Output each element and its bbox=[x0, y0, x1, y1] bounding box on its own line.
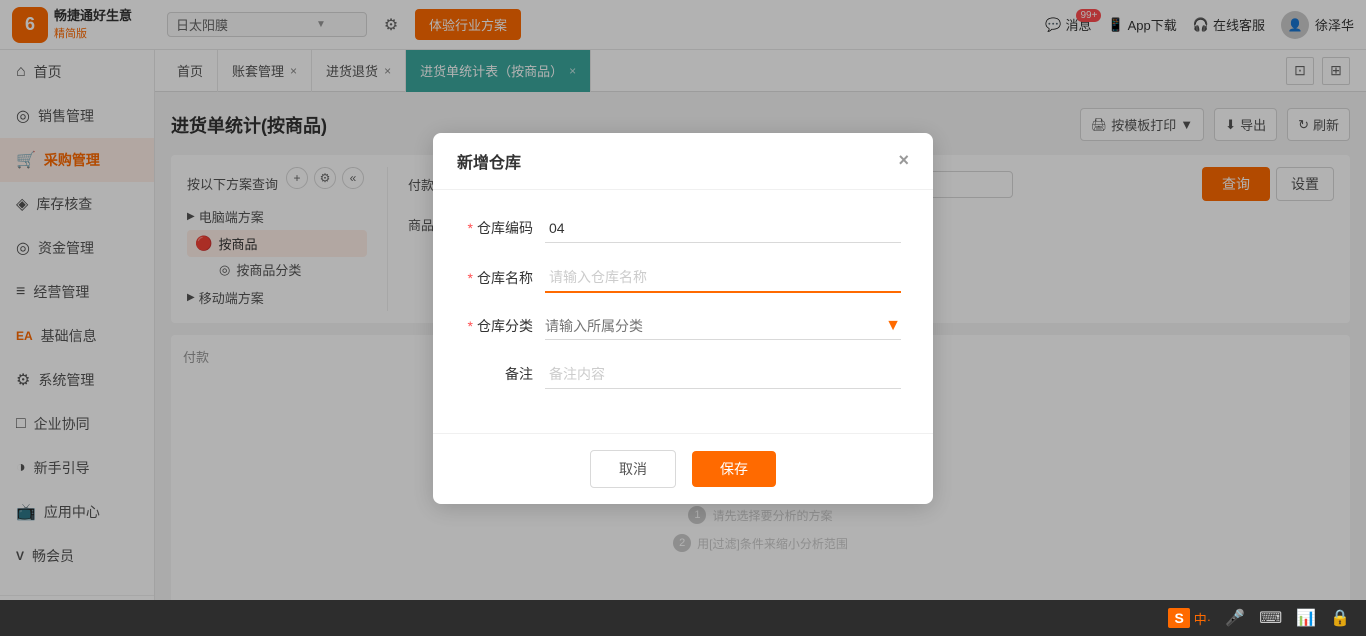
keyboard-icon[interactable]: ⌨ bbox=[1259, 608, 1282, 628]
name-label: 仓库名称 bbox=[465, 268, 545, 288]
bottom-logo: S 中· bbox=[1168, 608, 1211, 628]
form-row-remark: 备注 bbox=[465, 360, 901, 389]
bottom-logo-s: S bbox=[1168, 608, 1189, 628]
code-input[interactable] bbox=[545, 214, 901, 243]
remark-label: 备注 bbox=[465, 364, 545, 384]
save-button[interactable]: 保存 bbox=[692, 451, 776, 487]
dialog-header: 新增仓库 × bbox=[433, 133, 933, 190]
remark-input[interactable] bbox=[545, 360, 901, 389]
dialog-close-button[interactable]: × bbox=[898, 150, 909, 171]
bottom-bar: S 中· 🎤 ⌨ 📊 🔒 bbox=[0, 600, 1366, 636]
form-row-name: 仓库名称 bbox=[465, 263, 901, 293]
category-label: 仓库分类 bbox=[465, 316, 545, 336]
code-label: 仓库编码 bbox=[465, 218, 545, 238]
form-row-code: 仓库编码 bbox=[465, 214, 901, 243]
form-row-category: 仓库分类 ▼ bbox=[465, 313, 901, 340]
modal-overlay: 新增仓库 × 仓库编码 仓库名称 仓库分类 ▼ bbox=[0, 0, 1366, 636]
category-input[interactable] bbox=[545, 318, 885, 334]
dialog-title: 新增仓库 bbox=[457, 149, 521, 173]
name-input[interactable] bbox=[545, 263, 901, 293]
cancel-button[interactable]: 取消 bbox=[590, 450, 676, 488]
dialog-footer: 取消 保存 bbox=[433, 433, 933, 504]
add-warehouse-dialog: 新增仓库 × 仓库编码 仓库名称 仓库分类 ▼ bbox=[433, 133, 933, 504]
bottom-logo-text: 中· bbox=[1194, 609, 1211, 628]
chart-icon[interactable]: 📊 bbox=[1296, 608, 1316, 628]
mic-icon[interactable]: 🎤 bbox=[1225, 608, 1245, 628]
dialog-body: 仓库编码 仓库名称 仓库分类 ▼ 备注 bbox=[433, 190, 933, 433]
category-select-wrapper[interactable]: ▼ bbox=[545, 313, 901, 340]
category-dropdown-icon: ▼ bbox=[885, 317, 901, 335]
lock-icon[interactable]: 🔒 bbox=[1330, 608, 1350, 628]
